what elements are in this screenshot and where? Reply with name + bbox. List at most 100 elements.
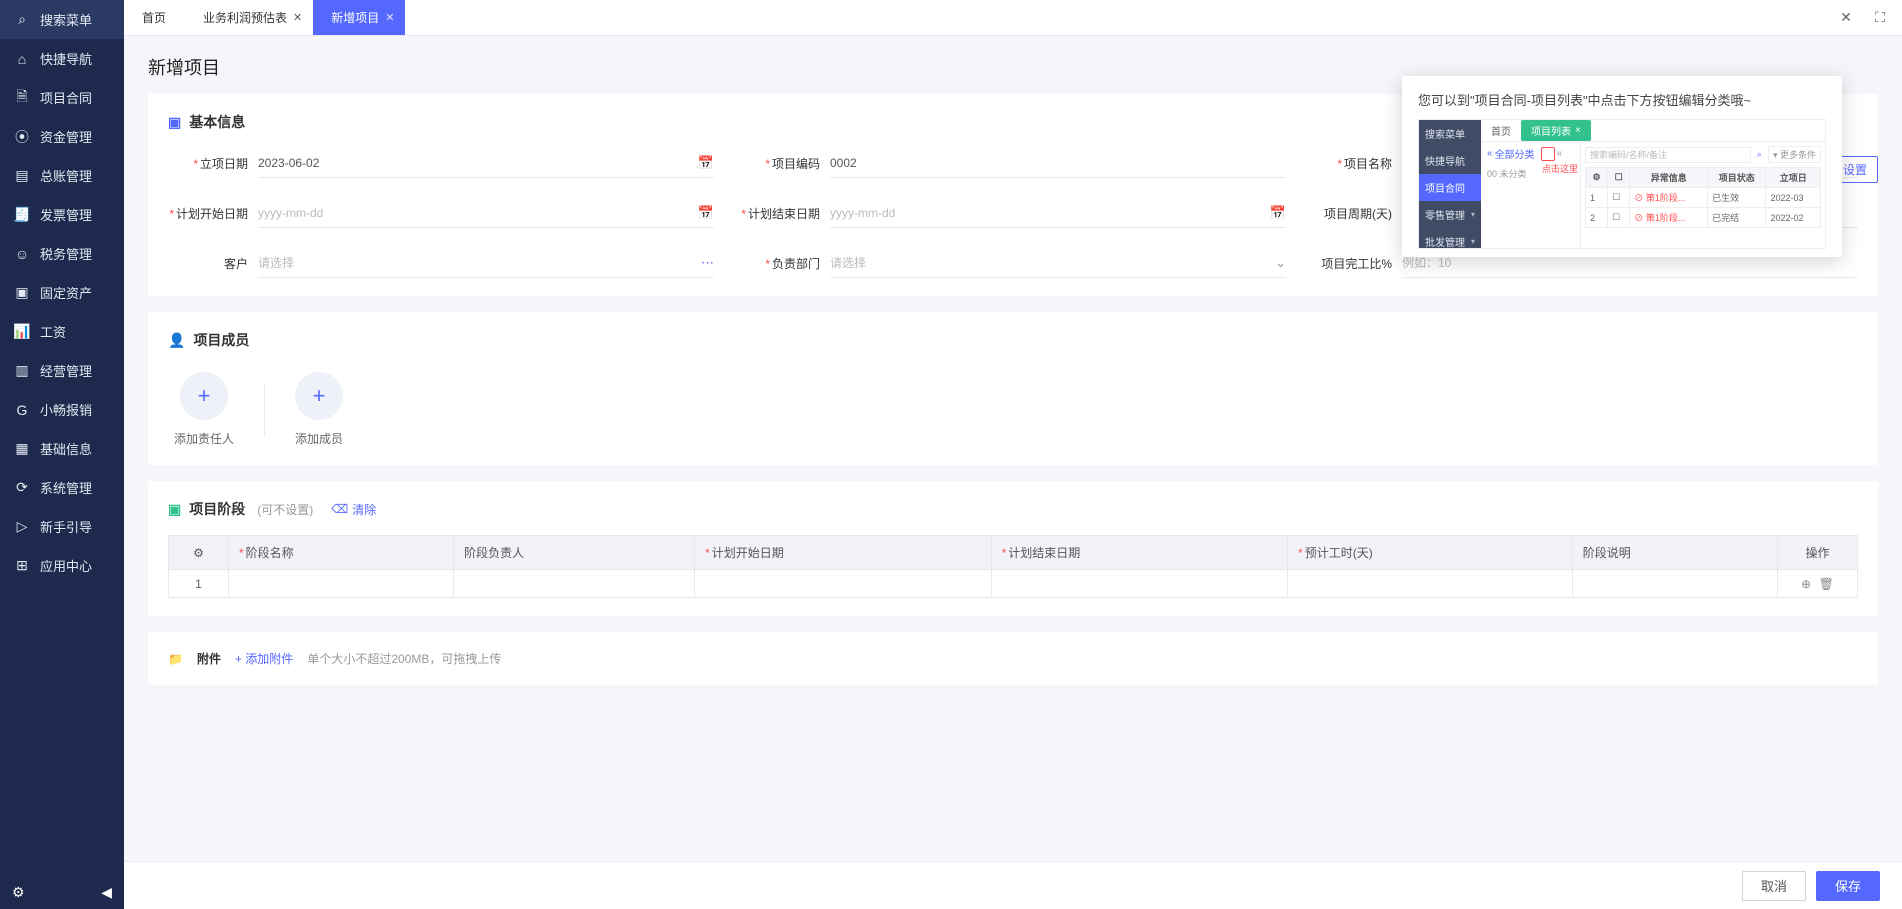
sidebar-item-search[interactable]: ⌕ 搜索菜单 [0, 0, 124, 39]
warn-icon: ⊘ [1634, 193, 1643, 203]
clear-icon: ⌫ [331, 502, 348, 516]
date-input[interactable] [258, 156, 694, 170]
close-icon[interactable]: × [1575, 125, 1581, 136]
settings-gear-icon[interactable]: ⚙ [12, 884, 25, 901]
fullscreen-icon[interactable]: ⛶ [1866, 4, 1894, 32]
cell-hours[interactable] [1288, 570, 1573, 598]
cell-name[interactable] [229, 570, 454, 598]
code-input[interactable] [830, 156, 1286, 170]
tab-new-project[interactable]: 新增项目✕ [313, 0, 405, 35]
sidebar-label: 总账管理 [40, 166, 92, 185]
mini-tab-list[interactable]: 项目列表 × [1521, 120, 1591, 141]
sidebar-item-salary[interactable]: 📊工资 [0, 312, 124, 351]
sidebar-item-contract[interactable]: 🗎项目合同 [0, 78, 124, 117]
table-row[interactable]: 1☐⊘ 策1阶段...已生效2022-03 [1586, 188, 1821, 208]
add-owner-button[interactable]: + [180, 372, 228, 420]
sidebar-label: 小畅报销 [40, 400, 92, 419]
sidebar-item-quicknav[interactable]: ⌂快捷导航 [0, 39, 124, 78]
mini-side-nav[interactable]: 快捷导航 [1419, 147, 1481, 174]
cell-start[interactable] [695, 570, 992, 598]
table-row[interactable]: 2☐⊘ 策1阶段...已完结2022-02 [1586, 208, 1821, 228]
mini-search-input[interactable]: 搜索编码/名称/备注 [1585, 147, 1751, 163]
salary-icon: 📊 [14, 324, 30, 340]
col-ops: 操作 [1778, 536, 1858, 570]
delete-row-icon[interactable]: 🗑 [1819, 577, 1834, 591]
field-label: 立项日期 [200, 157, 248, 171]
save-button[interactable]: 保存 [1816, 871, 1880, 901]
sidebar-label: 搜索菜单 [40, 10, 92, 29]
dept-select[interactable] [830, 256, 1271, 270]
search-icon: ⌕ [14, 12, 30, 28]
section-title: 基本信息 [189, 112, 245, 132]
search-icon[interactable]: ⌕ [1757, 149, 1762, 160]
sidebar-item-funds[interactable]: ⦿资金管理 [0, 117, 124, 156]
expense-icon: G [14, 402, 30, 418]
calendar-icon[interactable]: 📅 [698, 205, 714, 221]
close-icon[interactable]: ✕ [293, 11, 302, 24]
customer-input[interactable] [258, 256, 697, 270]
mini-side-retail[interactable]: 零售管理▾ [1419, 201, 1481, 228]
sidebar-item-assets[interactable]: ▣固定资产 [0, 273, 124, 312]
collapse-icon[interactable]: « [1557, 148, 1563, 159]
sidebar-item-business[interactable]: ▥经营管理 [0, 351, 124, 390]
sidebar-item-guide[interactable]: ▷新手引导 [0, 507, 124, 546]
system-icon: ⟳ [14, 480, 30, 496]
biz-icon: ▥ [14, 363, 30, 379]
close-icon[interactable]: ✕ [385, 11, 394, 24]
mini-col-gear[interactable]: ⚙ [1586, 168, 1608, 188]
sidebar-label: 税务管理 [40, 244, 92, 263]
sidebar-item-tax[interactable]: ☺ 税务管理 [0, 234, 124, 273]
tab-profit[interactable]: 业务利润预估表✕ [185, 0, 313, 35]
sidebar-item-basedata[interactable]: ▦基础信息 [0, 429, 124, 468]
mini-col-check[interactable]: ☐ [1608, 168, 1630, 188]
cell-owner[interactable] [454, 570, 695, 598]
collapse-icon[interactable]: ◀ [101, 884, 112, 901]
add-member-button[interactable]: + [295, 372, 343, 420]
mini-tab-home[interactable]: 首页 [1481, 123, 1521, 138]
edit-category-icon[interactable] [1541, 147, 1555, 161]
chevron-down-icon: ▾ [1471, 237, 1475, 246]
add-row-icon[interactable]: ⊕ [1801, 577, 1811, 591]
phase-hint: (可不设置) [257, 501, 313, 518]
phase-icon: ▣ [168, 501, 181, 518]
sidebar-item-system[interactable]: ⟳系统管理 [0, 468, 124, 507]
progress-input[interactable] [1402, 256, 1858, 270]
mini-side-search[interactable]: 搜索菜单 [1419, 120, 1481, 147]
table-row[interactable]: 1 ⊕ 🗑 [169, 570, 1858, 598]
cell-desc[interactable] [1572, 570, 1777, 598]
sidebar-item-apps[interactable]: ⊞ 应用中心 [0, 546, 124, 585]
more-icon[interactable]: ⋯ [701, 255, 714, 271]
sidebar-label: 应用中心 [40, 556, 92, 575]
clear-button[interactable]: ⌫清除 [331, 501, 376, 518]
field-label: 客户 [224, 257, 248, 271]
tab-home[interactable]: 首页 [124, 0, 185, 35]
field-label: 项目周期(天) [1324, 207, 1392, 221]
close-panel-icon[interactable]: ✕ [1832, 4, 1860, 32]
collapse-icon[interactable]: « [1487, 148, 1493, 159]
plan-end-input[interactable] [830, 206, 1266, 220]
sidebar-label: 快捷导航 [40, 49, 92, 68]
section-phases: ▣项目阶段(可不设置)⌫清除 ⚙ *阶段名称 阶段负责人 *计划开始日期 *计划… [148, 481, 1878, 616]
plan-start-input[interactable] [258, 206, 694, 220]
sidebar-item-ledger[interactable]: ▤总账管理 [0, 156, 124, 195]
sidebar-item-invoice[interactable]: 🧾发票管理 [0, 195, 124, 234]
calendar-icon[interactable]: 📅 [698, 155, 714, 171]
col-gear[interactable]: ⚙ [169, 536, 229, 570]
field-label: 计划结束日期 [748, 207, 820, 221]
apps-icon: ⊞ [14, 558, 30, 574]
cancel-button[interactable]: 取消 [1742, 871, 1806, 901]
more-conditions[interactable]: ▾ 更多条件 [1768, 146, 1821, 163]
section-members: 👤项目成员 +添加责任人 +添加成员 [148, 312, 1878, 465]
tax-icon: ☺ [14, 246, 30, 262]
mini-side-contract[interactable]: 项目合同 [1419, 174, 1481, 201]
cell-end[interactable] [991, 570, 1288, 598]
sidebar-label: 资金管理 [40, 127, 92, 146]
sidebar-item-expense[interactable]: G 小畅报销 [0, 390, 124, 429]
all-category[interactable]: 全部分类 [1495, 146, 1535, 161]
chevron-down-icon[interactable]: ⌄ [1275, 255, 1286, 271]
calendar-icon[interactable]: 📅 [1270, 205, 1286, 221]
assets-icon: ▣ [14, 285, 30, 301]
sidebar-label: 项目合同 [40, 88, 92, 107]
add-attachment-button[interactable]: + 添加附件 [235, 650, 293, 667]
mini-side-wholesale[interactable]: 批发管理▾ [1419, 228, 1481, 249]
